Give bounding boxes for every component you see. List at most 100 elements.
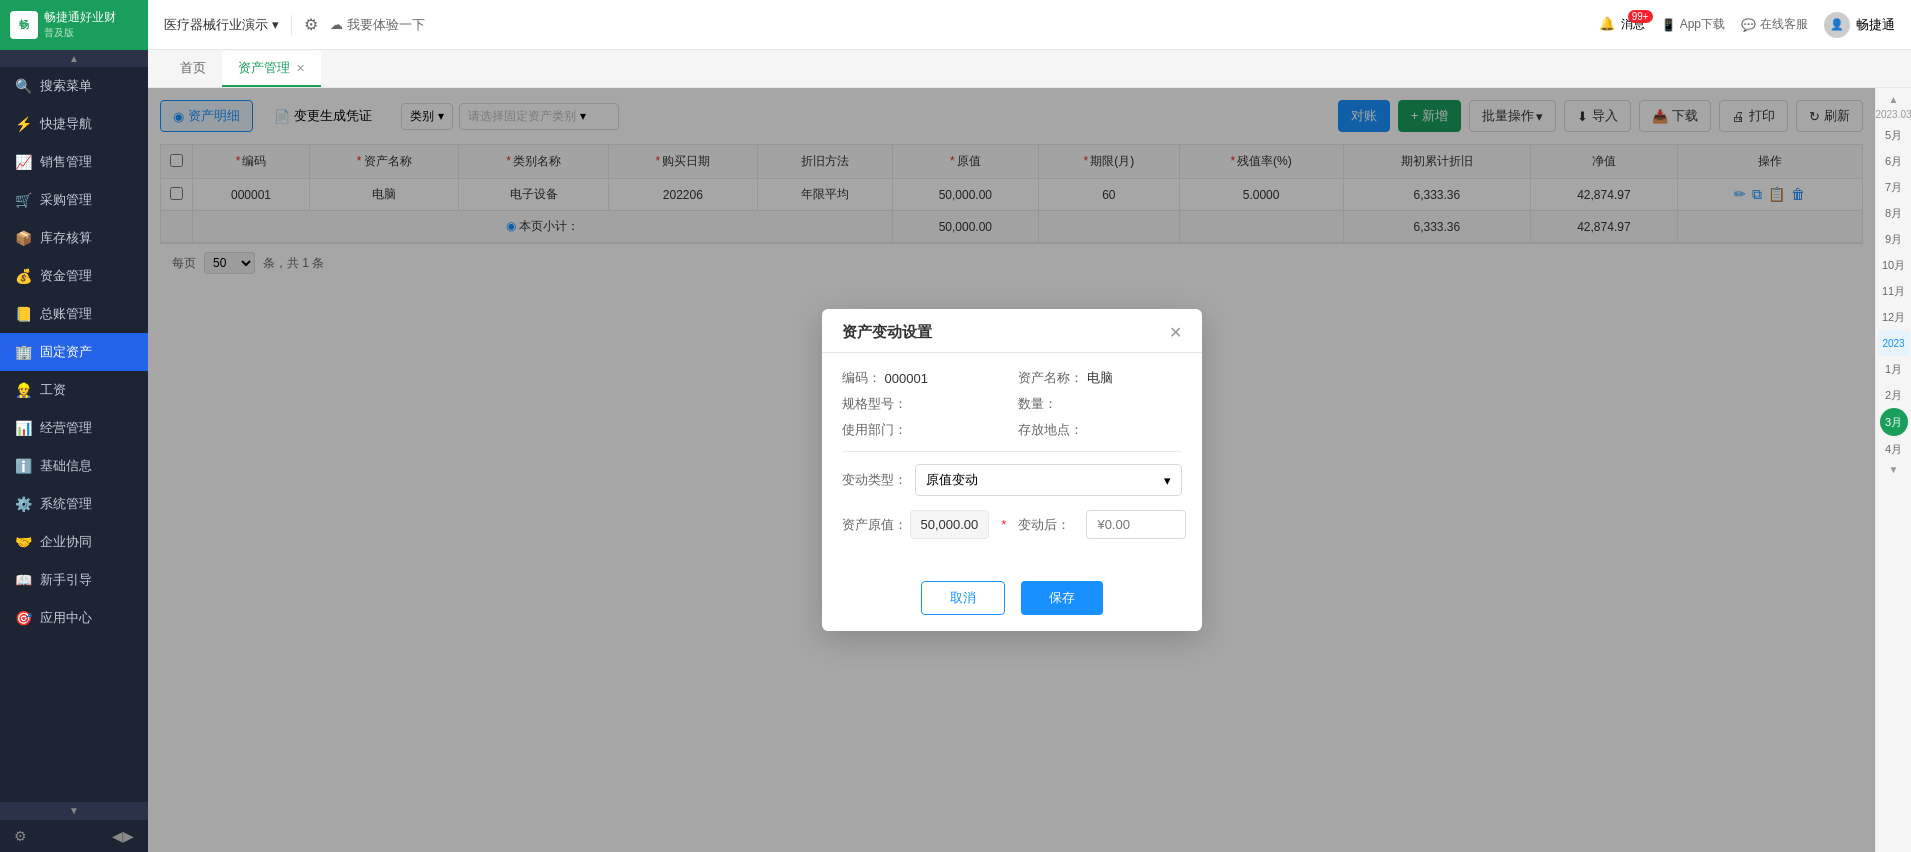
basic-info-icon: ℹ️ [14, 458, 32, 474]
sidebar-item-label: 销售管理 [40, 153, 92, 171]
date-month-2[interactable]: 2月 [1879, 382, 1909, 408]
change-type-select[interactable]: 原值变动 ▾ [915, 464, 1182, 496]
cancel-label: 取消 [950, 590, 976, 605]
sidebar-item-label: 基础信息 [40, 457, 92, 475]
tab-close-icon[interactable]: ✕ [296, 62, 305, 75]
tabbar: 首页 资产管理 ✕ [148, 50, 1911, 88]
sidebar-scroll-down[interactable]: ▼ [0, 802, 148, 819]
code-value: 000001 [885, 371, 928, 386]
purchase-icon: 🛒 [14, 192, 32, 208]
app-download-btn[interactable]: 📱 App下载 [1661, 16, 1725, 33]
feedback-btn[interactable]: ☁ 我要体验一下 [330, 16, 425, 34]
asset-change-dialog: 资产变动设置 ✕ 编码： 000001 资产名称： 电脑 [822, 309, 1202, 631]
change-type-row: 变动类型： 原值变动 ▾ [842, 464, 1182, 496]
system-icon: ⚙️ [14, 496, 32, 512]
sidebar-item-appstore[interactable]: 🎯 应用中心 [0, 599, 148, 637]
date-month-9[interactable]: 9月 [1879, 226, 1909, 252]
sidebar-item-finance[interactable]: 💰 资金管理 [0, 257, 148, 295]
save-btn[interactable]: 保存 [1021, 581, 1103, 615]
app-download-label: App下载 [1680, 16, 1725, 33]
required-star: * [1001, 517, 1006, 532]
cancel-btn[interactable]: 取消 [921, 581, 1005, 615]
tab-asset-management[interactable]: 资产管理 ✕ [222, 51, 321, 87]
date-month-5[interactable]: 5月 [1879, 122, 1909, 148]
dialog-header: 资产变动设置 ✕ [822, 309, 1202, 353]
sidebar-item-salary[interactable]: 👷 工资 [0, 371, 148, 409]
tab-home-label: 首页 [180, 59, 206, 77]
download-icon: 📱 [1661, 18, 1676, 32]
date-panel: ▲ 2023.03 5月 6月 7月 8月 9月 10月 11月 12月 202… [1875, 88, 1911, 852]
sidebar-item-fixed-assets[interactable]: 🏢 固定资产 [0, 333, 148, 371]
settings-icon[interactable]: ⚙ [14, 828, 27, 844]
info-location: 存放地点： [1018, 421, 1182, 439]
date-month-4[interactable]: 4月 [1879, 436, 1909, 462]
date-month-6[interactable]: 6月 [1879, 148, 1909, 174]
notification-badge: 99+ [1628, 10, 1653, 23]
inventory-icon: 📦 [14, 230, 32, 246]
app-logo: 畅 [10, 11, 38, 39]
ledger-icon: 📒 [14, 306, 32, 322]
avatar: 👤 [1824, 12, 1850, 38]
company-selector[interactable]: 医疗器械行业演示 ▾ [164, 16, 279, 34]
tab-asset-label: 资产管理 [238, 59, 290, 77]
change-type-value: 原值变动 [926, 471, 978, 489]
info-dept: 使用部门： [842, 421, 1006, 439]
sidebar-item-label: 快捷导航 [40, 115, 92, 133]
date-year-2023[interactable]: 2023 [1878, 330, 1910, 356]
sidebar-scroll-up[interactable]: ▲ [0, 50, 148, 67]
quicknav-icon: ⚡ [14, 116, 32, 132]
date-scroll-up-btn[interactable]: ▲ [1887, 92, 1901, 107]
sales-icon: 📈 [14, 154, 32, 170]
settings-gear-icon[interactable]: ⚙ [304, 15, 318, 34]
dialog-overlay[interactable]: 资产变动设置 ✕ 编码： 000001 资产名称： 电脑 [148, 88, 1875, 852]
date-month-10[interactable]: 10月 [1879, 252, 1909, 278]
date-month-11[interactable]: 11月 [1879, 278, 1909, 304]
sidebar-item-inventory[interactable]: 📦 库存核算 [0, 219, 148, 257]
sidebar-item-system[interactable]: ⚙️ 系统管理 [0, 485, 148, 523]
sidebar-item-basic-info[interactable]: ℹ️ 基础信息 [0, 447, 148, 485]
original-value-display: 50,000.00 [910, 510, 990, 539]
asset-name-value: 电脑 [1087, 369, 1113, 387]
date-month-3[interactable]: 3月 [1880, 408, 1908, 436]
after-change-input[interactable] [1086, 510, 1186, 539]
sidebar: 畅 畅捷通好业财 普及版 ▲ 🔍 搜索菜单 ⚡ 快捷导航 📈 销售管理 🛒 采购… [0, 0, 148, 852]
save-label: 保存 [1049, 590, 1075, 605]
content-area: ◉ 资产明细 📄 变更生成凭证 类别 ▾ 请选择固定资产类别 ▾ [148, 88, 1911, 852]
sidebar-item-label: 库存核算 [40, 229, 92, 247]
tab-home[interactable]: 首页 [164, 51, 222, 87]
sidebar-item-label: 采购管理 [40, 191, 92, 209]
sidebar-footer: ⚙ ◀▶ [0, 819, 148, 852]
sidebar-item-guide[interactable]: 📖 新手引导 [0, 561, 148, 599]
sidebar-item-label: 总账管理 [40, 305, 92, 323]
guide-icon: 📖 [14, 572, 32, 588]
info-name: 资产名称： 电脑 [1018, 369, 1182, 387]
sidebar-item-purchase[interactable]: 🛒 采购管理 [0, 181, 148, 219]
username: 畅捷通 [1856, 16, 1895, 34]
date-month-12[interactable]: 12月 [1879, 304, 1909, 330]
customer-service-btn[interactable]: 💬 在线客服 [1741, 16, 1808, 33]
dialog-close-btn[interactable]: ✕ [1169, 323, 1182, 342]
service-icon: 💬 [1741, 18, 1756, 32]
collapse-icon[interactable]: ◀▶ [112, 828, 134, 844]
change-type-dropdown-icon: ▾ [1164, 473, 1171, 488]
company-dropdown-icon: ▾ [272, 17, 279, 32]
date-month-1[interactable]: 1月 [1879, 356, 1909, 382]
sidebar-item-ledger[interactable]: 📒 总账管理 [0, 295, 148, 333]
sidebar-item-management[interactable]: 📊 经营管理 [0, 409, 148, 447]
sidebar-item-search[interactable]: 🔍 搜索菜单 [0, 67, 148, 105]
date-month-8[interactable]: 8月 [1879, 200, 1909, 226]
date-month-7[interactable]: 7月 [1879, 174, 1909, 200]
topbar-divider [291, 15, 292, 35]
sidebar-item-quicknav[interactable]: ⚡ 快捷导航 [0, 105, 148, 143]
sidebar-header: 畅 畅捷通好业财 普及版 [0, 0, 148, 50]
topbar: 医疗器械行业演示 ▾ ⚙ ☁ 我要体验一下 🔔 99+ 消息 📱 App下载 💬… [148, 0, 1911, 50]
user-menu[interactable]: 👤 畅捷通 [1824, 12, 1895, 38]
date-scroll-down-btn[interactable]: ▼ [1887, 462, 1901, 477]
sidebar-item-sales[interactable]: 📈 销售管理 [0, 143, 148, 181]
quantity-label: 数量： [1018, 395, 1057, 413]
dialog-title: 资产变动设置 [842, 323, 932, 342]
notification-btn[interactable]: 🔔 99+ 消息 [1599, 16, 1645, 33]
management-icon: 📊 [14, 420, 32, 436]
dialog-body: 编码： 000001 资产名称： 电脑 规格型号： [822, 353, 1202, 569]
sidebar-item-collab[interactable]: 🤝 企业协同 [0, 523, 148, 561]
